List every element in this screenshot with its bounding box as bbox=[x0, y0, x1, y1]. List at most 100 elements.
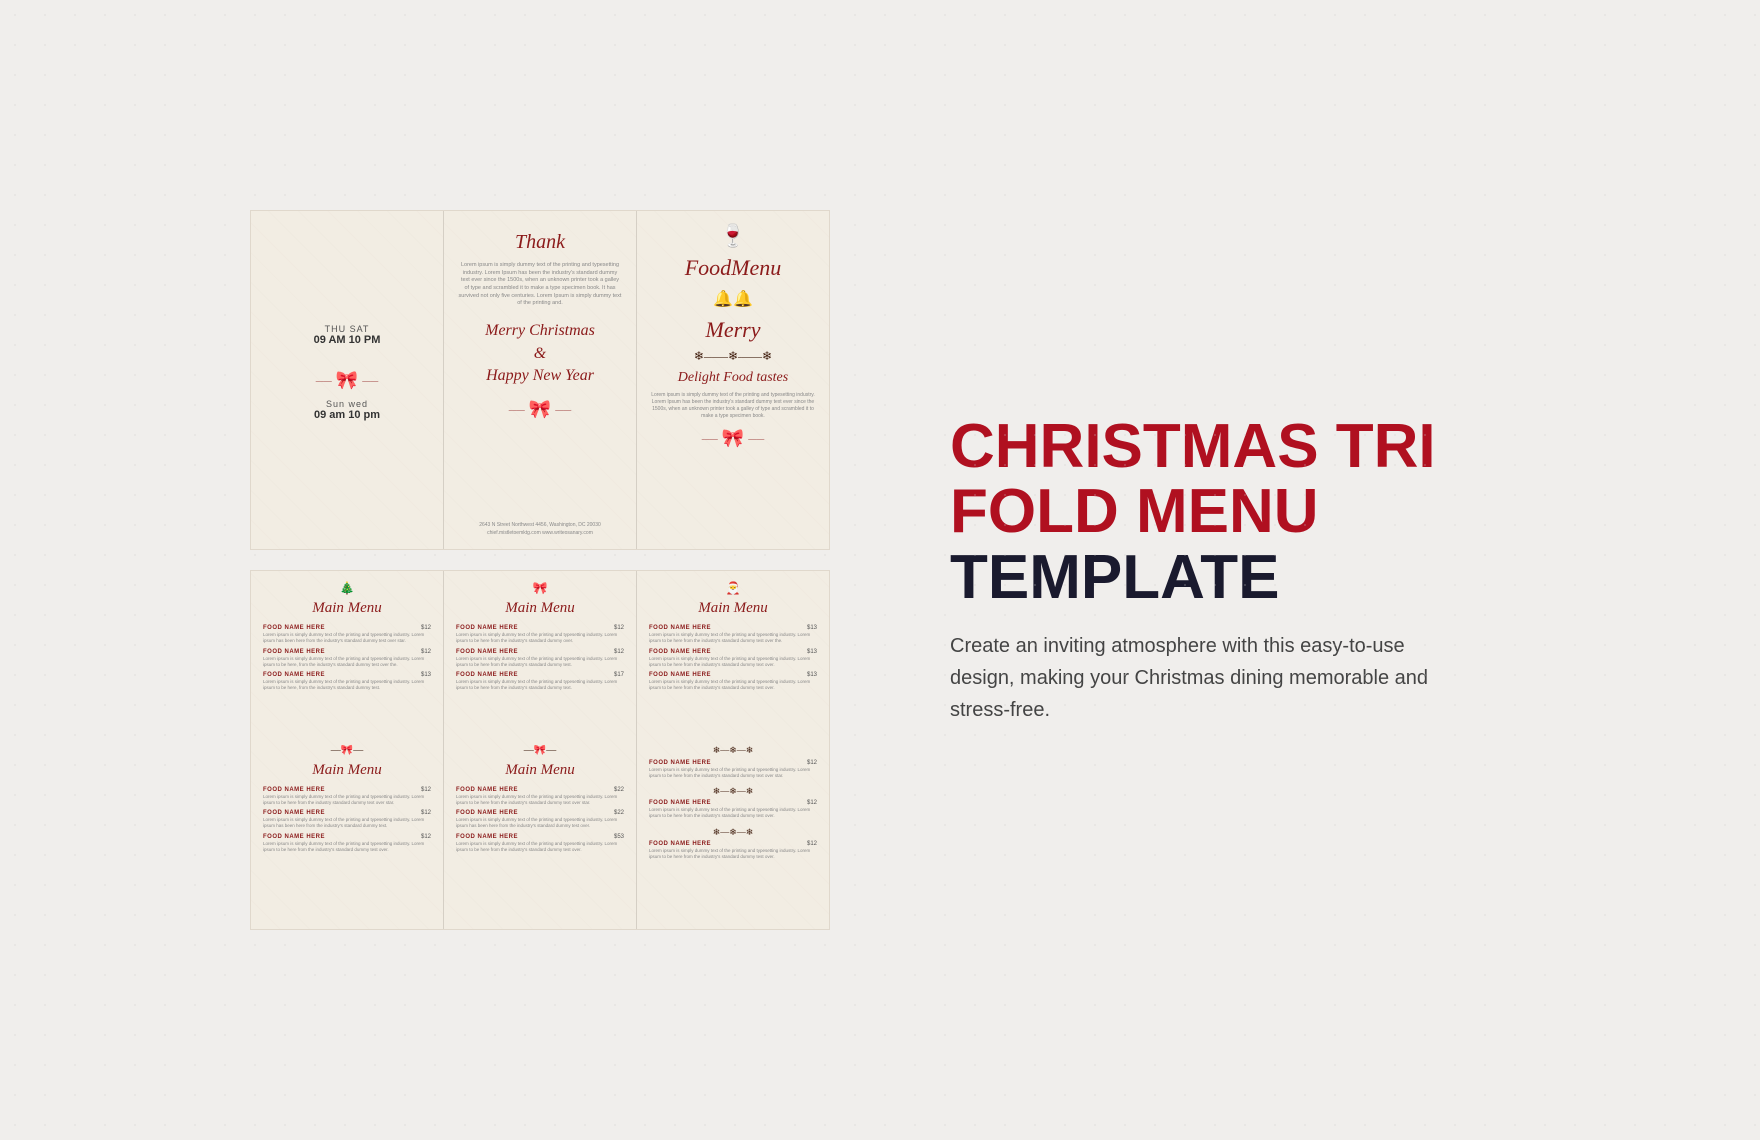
food-desc-1-3: Lorem ipsum is simply dummy text of the … bbox=[263, 679, 431, 692]
main-container: THU SAT 09 AM 10 PM 🎀 Sun wed 09 am 10 p… bbox=[0, 150, 1760, 990]
food-price-1-5: $12 bbox=[421, 810, 431, 816]
food-item-2-2: FOOD NAME HERE $12 Lorem ipsum is simply… bbox=[456, 649, 624, 669]
food-item-1-6: FOOD NAME HERE $12 Lorem ipsum is simply… bbox=[263, 834, 431, 854]
merry-line2: Happy New Year bbox=[486, 367, 594, 384]
food-price-2-6: $53 bbox=[614, 834, 624, 840]
food-item-1-5: FOOD NAME HERE $12 Lorem ipsum is simply… bbox=[263, 810, 431, 830]
panel-3-bottom: FOOD NAME HERE $12 Lorem ipsum is simply… bbox=[649, 760, 817, 920]
hours-label-2: Sun wed bbox=[314, 399, 380, 409]
food-item-3-5: FOOD NAME HERE $12 Lorem ipsum is simply… bbox=[649, 800, 817, 820]
merry-line1: Merry Christmas bbox=[485, 322, 595, 339]
food-name-1-6: FOOD NAME HERE bbox=[263, 834, 325, 840]
bow-icon-center: 🎀 bbox=[509, 399, 571, 420]
food-item-2-3: FOOD NAME HERE $17 Lorem ipsum is simply… bbox=[456, 672, 624, 692]
food-desc-2-6: Lorem ipsum is simply dummy text of the … bbox=[456, 841, 624, 854]
merry-right-text: Merry bbox=[706, 317, 761, 343]
small-bow-1: —🎀— bbox=[263, 745, 431, 756]
food-price-3-1: $13 bbox=[807, 625, 817, 631]
food-desc-3-4: Lorem ipsum is simply dummy text of the … bbox=[649, 767, 817, 780]
food-item-2-6: FOOD NAME HERE $53 Lorem ipsum is simply… bbox=[456, 834, 624, 854]
food-menu-title: FoodMenu bbox=[685, 255, 782, 281]
food-price-3-2: $13 bbox=[807, 649, 817, 655]
food-name-3-5: FOOD NAME HERE bbox=[649, 800, 711, 806]
bow-icon-1: 🎀 bbox=[316, 370, 378, 391]
inner-panel-1: 🎄 Main Menu FOOD NAME HERE $12 Lorem ips… bbox=[251, 571, 444, 929]
food-price-1-6: $12 bbox=[421, 834, 431, 840]
food-name-2-6: FOOD NAME HERE bbox=[456, 834, 518, 840]
snowflake-divider-3b: ❄—❄—❄ bbox=[649, 786, 817, 797]
food-price-1-1: $12 bbox=[421, 625, 431, 631]
food-price-3-6: $12 bbox=[807, 841, 817, 847]
food-price-1-3: $13 bbox=[421, 672, 431, 678]
bells-icon: 🔔🔔 bbox=[713, 289, 753, 309]
panel-2-bottom: Main Menu FOOD NAME HERE $22 Lorem ipsum… bbox=[456, 762, 624, 920]
inner-panel-3: 🎅 Main Menu FOOD NAME HERE $13 Lorem ips… bbox=[637, 571, 829, 929]
food-desc-2-1: Lorem ipsum is simply dummy text of the … bbox=[456, 632, 624, 645]
hours-time-1: 09 AM 10 PM bbox=[314, 334, 381, 346]
food-name-2-4: FOOD NAME HERE bbox=[456, 787, 518, 793]
food-price-1-2: $12 bbox=[421, 649, 431, 655]
food-price-2-2: $12 bbox=[614, 649, 624, 655]
hours-block-2: Sun wed 09 am 10 pm bbox=[314, 399, 380, 421]
food-desc-3-5: Lorem ipsum is simply dummy text of the … bbox=[649, 807, 817, 820]
food-name-1-2: FOOD NAME HERE bbox=[263, 649, 325, 655]
food-desc-2-3: Lorem ipsum is simply dummy text of the … bbox=[456, 679, 624, 692]
food-item-1-1: FOOD NAME HERE $12 Lorem ipsum is simply… bbox=[263, 625, 431, 645]
food-price-3-4: $12 bbox=[807, 760, 817, 766]
food-item-3-3: FOOD NAME HERE $13 Lorem ipsum is simply… bbox=[649, 672, 817, 692]
preview-section: THU SAT 09 AM 10 PM 🎀 Sun wed 09 am 10 p… bbox=[250, 210, 830, 930]
food-desc-1-6: Lorem ipsum is simply dummy text of the … bbox=[263, 841, 431, 854]
title-line-2: FOLD MENU bbox=[950, 479, 1510, 544]
inner-panel-2: 🎀 Main Menu FOOD NAME HERE $12 Lorem ips… bbox=[444, 571, 637, 929]
delight-text: Delight Food tastes bbox=[678, 370, 788, 386]
food-name-2-1: FOOD NAME HERE bbox=[456, 625, 518, 631]
small-bow-2: —🎀— bbox=[456, 745, 624, 756]
food-item-2-4: FOOD NAME HERE $22 Lorem ipsum is simply… bbox=[456, 787, 624, 807]
food-name-1-1: FOOD NAME HERE bbox=[263, 625, 325, 631]
amp-text: & bbox=[534, 345, 546, 362]
food-desc-2-5: Lorem ipsum is simply dummy text of the … bbox=[456, 817, 624, 830]
thank-text: Thank bbox=[515, 231, 565, 254]
food-price-3-3: $13 bbox=[807, 672, 817, 678]
food-desc-3-6: Lorem ipsum is simply dummy text of the … bbox=[649, 848, 817, 861]
food-item-1-4: FOOD NAME HERE $12 Lorem ipsum is simply… bbox=[263, 787, 431, 807]
food-name-2-5: FOOD NAME HERE bbox=[456, 810, 518, 816]
food-price-3-5: $12 bbox=[807, 800, 817, 806]
address-block: 2643 N Street Northwest 4456, Washington… bbox=[458, 522, 622, 537]
hours-time-2: 09 am 10 pm bbox=[314, 409, 380, 421]
hours-label-1: THU SAT bbox=[314, 324, 381, 334]
food-desc-1-1: Lorem ipsum is simply dummy text of the … bbox=[263, 632, 431, 645]
food-item-3-2: FOOD NAME HERE $13 Lorem ipsum is simply… bbox=[649, 649, 817, 669]
food-item-3-6: FOOD NAME HERE $12 Lorem ipsum is simply… bbox=[649, 841, 817, 861]
food-price-2-4: $22 bbox=[614, 787, 624, 793]
title-line-3: TEMPLATE bbox=[950, 545, 1510, 610]
food-desc-2-4: Lorem ipsum is simply dummy text of the … bbox=[456, 794, 624, 807]
main-title: CHRISTMAS TRI FOLD MENU TEMPLATE bbox=[950, 414, 1510, 609]
food-item-3-4: FOOD NAME HERE $12 Lorem ipsum is simply… bbox=[649, 760, 817, 780]
main-menu-title-2a: Main Menu bbox=[456, 600, 624, 617]
christmas-icon-1: 🎄 bbox=[263, 581, 431, 596]
main-menu-title-1a: Main Menu bbox=[263, 600, 431, 617]
food-item-2-5: FOOD NAME HERE $22 Lorem ipsum is simply… bbox=[456, 810, 624, 830]
food-item-2-1: FOOD NAME HERE $12 Lorem ipsum is simply… bbox=[456, 625, 624, 645]
food-name-3-1: FOOD NAME HERE bbox=[649, 625, 711, 631]
top-menu-card: THU SAT 09 AM 10 PM 🎀 Sun wed 09 am 10 p… bbox=[250, 210, 830, 550]
info-section: CHRISTMAS TRI FOLD MENU TEMPLATE Create … bbox=[910, 414, 1510, 725]
snowflake-divider-3c: ❄—❄—❄ bbox=[649, 827, 817, 838]
christmas-icon-3: 🎅 bbox=[649, 581, 817, 596]
snowflake-divider: ❄——❄——❄ bbox=[694, 349, 772, 364]
food-name-2-3: FOOD NAME HERE bbox=[456, 672, 518, 678]
main-menu-title-3a: Main Menu bbox=[649, 600, 817, 617]
panel-1-top: 🎄 Main Menu FOOD NAME HERE $12 Lorem ips… bbox=[263, 581, 431, 739]
food-desc-1-4: Lorem ipsum is simply dummy text of the … bbox=[263, 794, 431, 807]
top-panel-right: 🍷 FoodMenu 🔔🔔 Merry ❄——❄——❄ Delight Food… bbox=[637, 211, 829, 549]
main-menu-title-1b: Main Menu bbox=[263, 762, 431, 779]
food-price-2-5: $22 bbox=[614, 810, 624, 816]
food-item-1-3: FOOD NAME HERE $13 Lorem ipsum is simply… bbox=[263, 672, 431, 692]
merry-christmas-text: Merry Christmas & Happy New Year bbox=[485, 320, 595, 387]
food-price-2-3: $17 bbox=[614, 672, 624, 678]
wine-icon: 🍷 bbox=[719, 223, 746, 249]
hours-block-1: THU SAT 09 AM 10 PM bbox=[314, 324, 381, 346]
food-item-3-1: FOOD NAME HERE $13 Lorem ipsum is simply… bbox=[649, 625, 817, 645]
food-name-1-5: FOOD NAME HERE bbox=[263, 810, 325, 816]
